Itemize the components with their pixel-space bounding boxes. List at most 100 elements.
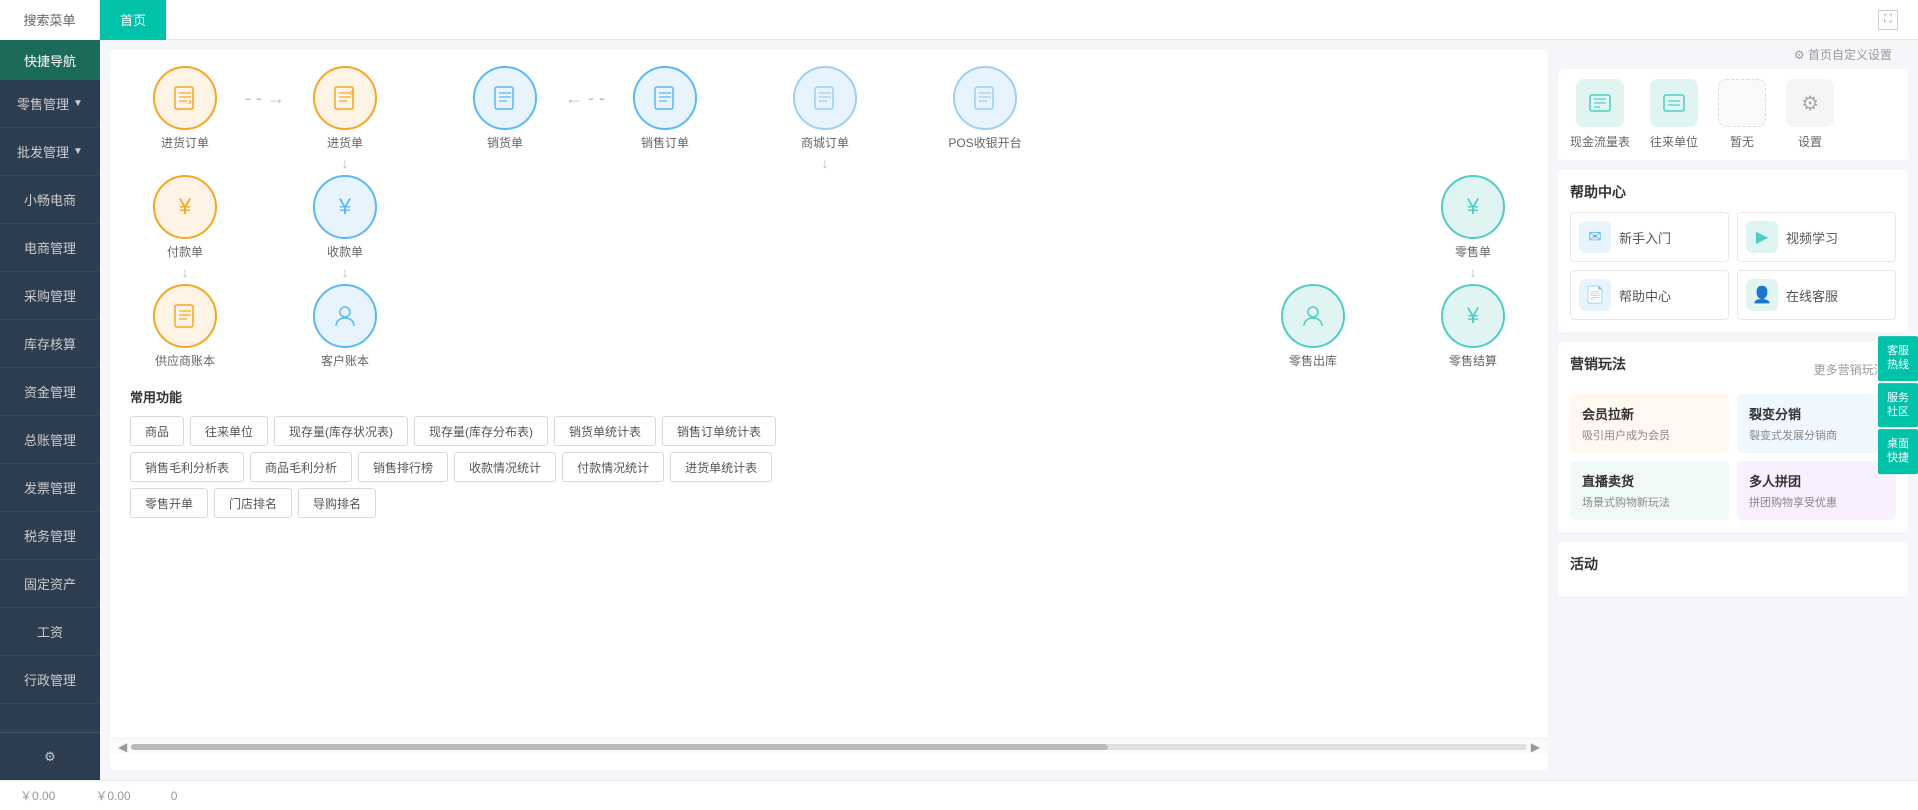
flow-node-payment[interactable]: ¥ 付款单 — [130, 175, 240, 260]
sidebar-item-invoice[interactable]: 发票管理 — [0, 464, 100, 512]
sidebar-item-retail[interactable]: 零售管理 ▼ — [0, 80, 100, 128]
btn-retail-order[interactable]: 零售开单 — [130, 488, 208, 518]
btn-sale-stat[interactable]: 销货单统计表 — [554, 416, 656, 446]
btn-guide-rank[interactable]: 导购排名 — [298, 488, 376, 518]
content-area: 进货订单 - - → 进货单 — [100, 40, 1918, 780]
activity-title: 活动 — [1570, 554, 1896, 574]
scroll-right[interactable]: ▶ — [1531, 740, 1540, 754]
flow-icon-order-purchase — [153, 66, 217, 130]
btn-purchase-stat[interactable]: 进货单统计表 — [670, 452, 772, 482]
float-btn-community[interactable]: 服务社区 — [1878, 383, 1918, 428]
sidebar-item-purchase[interactable]: 采购管理 — [0, 272, 100, 320]
btn-sale-profit[interactable]: 销售毛利分析表 — [130, 452, 244, 482]
settings-label: 设置 — [1798, 133, 1822, 150]
sidebar-item-ecom-small[interactable]: 小畅电商 — [0, 176, 100, 224]
help-item-help[interactable]: 📄 帮助中心 — [1570, 270, 1729, 320]
none-label: 暂无 — [1730, 133, 1754, 150]
bottom-val1: ￥0.00 — [20, 787, 55, 804]
flow-icon-customer — [313, 284, 377, 348]
btn-goods-profit[interactable]: 商品毛利分析 — [250, 452, 352, 482]
marketing-group[interactable]: 多人拼团 拼团购物享受优惠 — [1737, 461, 1896, 520]
quick-icon-cashflow[interactable]: 现金流量表 — [1570, 79, 1630, 150]
help-center: 帮助中心 ✉ 新手入门 ▶ 视频学习 📄 帮助中心 👤 — [1558, 170, 1908, 332]
btn-partners[interactable]: 往来单位 — [190, 416, 268, 446]
help-label: 帮助中心 — [1619, 286, 1671, 305]
btn-goods[interactable]: 商品 — [130, 416, 184, 446]
flow-label-supplier: 供应商账本 — [155, 352, 215, 369]
marketing-member[interactable]: 会员拉新 吸引用户成为会员 — [1570, 394, 1729, 453]
beginner-icon: ✉ — [1579, 221, 1611, 253]
btn-sale-rank[interactable]: 销售排行榜 — [358, 452, 448, 482]
marketing-live[interactable]: 直播卖货 场景式购物新玩法 — [1570, 461, 1729, 520]
flow-node-retail-out[interactable]: 零售出库 — [1258, 284, 1368, 369]
right-panel: ⚙ 首页自定义设置 现金流量表 往来单位 — [1558, 40, 1918, 780]
help-item-service[interactable]: 👤 在线客服 — [1737, 270, 1896, 320]
sidebar-item-admin[interactable]: 行政管理 — [0, 656, 100, 704]
sidebar: 快捷导航 零售管理 ▼ 批发管理 ▼ 小畅电商 电商管理 采购管理 库存核算 资… — [0, 40, 100, 780]
flow-label-receipt: 收款单 — [327, 243, 363, 260]
sidebar-quicknav[interactable]: 快捷导航 — [0, 40, 100, 80]
fullscreen-button[interactable]: ⛶ — [1878, 10, 1898, 30]
flow-icon-mall-order — [793, 66, 857, 130]
flow-node-sale-order[interactable]: 销售订单 — [610, 66, 720, 151]
home-customize[interactable]: ⚙ 首页自定义设置 — [1558, 40, 1908, 69]
video-label: 视频学习 — [1786, 228, 1838, 247]
help-item-video[interactable]: ▶ 视频学习 — [1737, 212, 1896, 262]
flow-node-supplier[interactable]: 供应商账本 — [130, 284, 240, 369]
flow-node-customer[interactable]: 客户账本 — [290, 284, 400, 369]
sidebar-item-general[interactable]: 总账管理 — [0, 416, 100, 464]
sidebar-item-inventory[interactable]: 库存核算 — [0, 320, 100, 368]
quick-icon-settings[interactable]: ⚙ 设置 — [1786, 79, 1834, 150]
tab-home[interactable]: 首页 — [100, 0, 166, 40]
quick-icon-none[interactable]: 暂无 — [1718, 79, 1766, 150]
sidebar-item-ecom[interactable]: 电商管理 — [0, 224, 100, 272]
help-item-beginner[interactable]: ✉ 新手入门 — [1570, 212, 1729, 262]
settings-icon-box: ⚙ — [1786, 79, 1834, 127]
btn-stock-status[interactable]: 现存量(库存状况表) — [274, 416, 408, 446]
help-grid: ✉ 新手入门 ▶ 视频学习 📄 帮助中心 👤 在线客服 — [1570, 212, 1896, 320]
marketing-grid: 会员拉新 吸引用户成为会员 裂变分销 裂变式发展分销商 直播卖货 场景式购物新玩… — [1570, 394, 1896, 520]
sidebar-settings[interactable]: ⚙ — [0, 732, 100, 780]
search-menu[interactable]: 搜索菜单 — [0, 0, 100, 40]
flow-node-purchase[interactable]: 进货单 — [290, 66, 400, 151]
marketing-section: 营销玩法 更多营销玩法 > 会员拉新 吸引用户成为会员 裂变分销 裂变式发展分销… — [1558, 342, 1908, 532]
flow-node-sale[interactable]: 销货单 — [450, 66, 560, 151]
marketing-member-title: 会员拉新 — [1582, 404, 1717, 423]
flow-label-mall-order: 商城订单 — [801, 134, 849, 151]
flow-icon-sale — [473, 66, 537, 130]
float-btn-service[interactable]: 客服热线 — [1878, 336, 1918, 381]
sidebar-item-tax[interactable]: 税务管理 — [0, 512, 100, 560]
service-icon: 👤 — [1746, 279, 1778, 311]
scroll-track[interactable] — [131, 744, 1527, 750]
activity-section: 活动 — [1558, 542, 1908, 596]
sidebar-item-assets[interactable]: 固定资产 — [0, 560, 100, 608]
marketing-fission[interactable]: 裂变分销 裂变式发展分销商 — [1737, 394, 1896, 453]
main-layout: 快捷导航 零售管理 ▼ 批发管理 ▼ 小畅电商 电商管理 采购管理 库存核算 资… — [0, 40, 1918, 780]
flow-node-retail-settle[interactable]: ¥ 零售结算 — [1418, 284, 1528, 369]
flow-node-receipt[interactable]: ¥ 收款单 — [290, 175, 400, 260]
flow-node-order-purchase[interactable]: 进货订单 — [130, 66, 240, 151]
flow-node-pos[interactable]: POS收银开台 — [930, 66, 1040, 151]
video-icon: ▶ — [1746, 221, 1778, 253]
float-btn-desktop[interactable]: 桌面快捷 — [1878, 429, 1918, 474]
btn-payment-stat[interactable]: 付款情况统计 — [562, 452, 664, 482]
scroll-left[interactable]: ◀ — [118, 740, 127, 754]
bottom-val2: ￥0.00 — [95, 787, 130, 804]
flow-icon-retail-out — [1281, 284, 1345, 348]
flow-label-order-purchase: 进货订单 — [161, 134, 209, 151]
flow-icon-purchase — [313, 66, 377, 130]
marketing-live-sub: 场景式购物新玩法 — [1582, 494, 1717, 510]
sidebar-item-finance[interactable]: 资金管理 — [0, 368, 100, 416]
btn-store-rank[interactable]: 门店排名 — [214, 488, 292, 518]
btn-receipt-stat[interactable]: 收款情况统计 — [454, 452, 556, 482]
flow-row-2: ¥ 付款单 ¥ 收款单 — [130, 175, 1528, 260]
sidebar-item-wholesale[interactable]: 批发管理 ▼ — [0, 128, 100, 176]
btn-stock-dist[interactable]: 现存量(库存分布表) — [414, 416, 548, 446]
flow-node-mall-order[interactable]: 商城订单 — [770, 66, 880, 151]
flow-node-retail[interactable]: ¥ 零售单 — [1418, 175, 1528, 260]
quick-icon-partners[interactable]: 往来单位 — [1650, 79, 1698, 150]
marketing-group-sub: 拼团购物享受优惠 — [1749, 494, 1884, 510]
partners-icon-box — [1650, 79, 1698, 127]
sidebar-item-salary[interactable]: 工资 — [0, 608, 100, 656]
btn-sale-order-stat[interactable]: 销售订单统计表 — [662, 416, 776, 446]
